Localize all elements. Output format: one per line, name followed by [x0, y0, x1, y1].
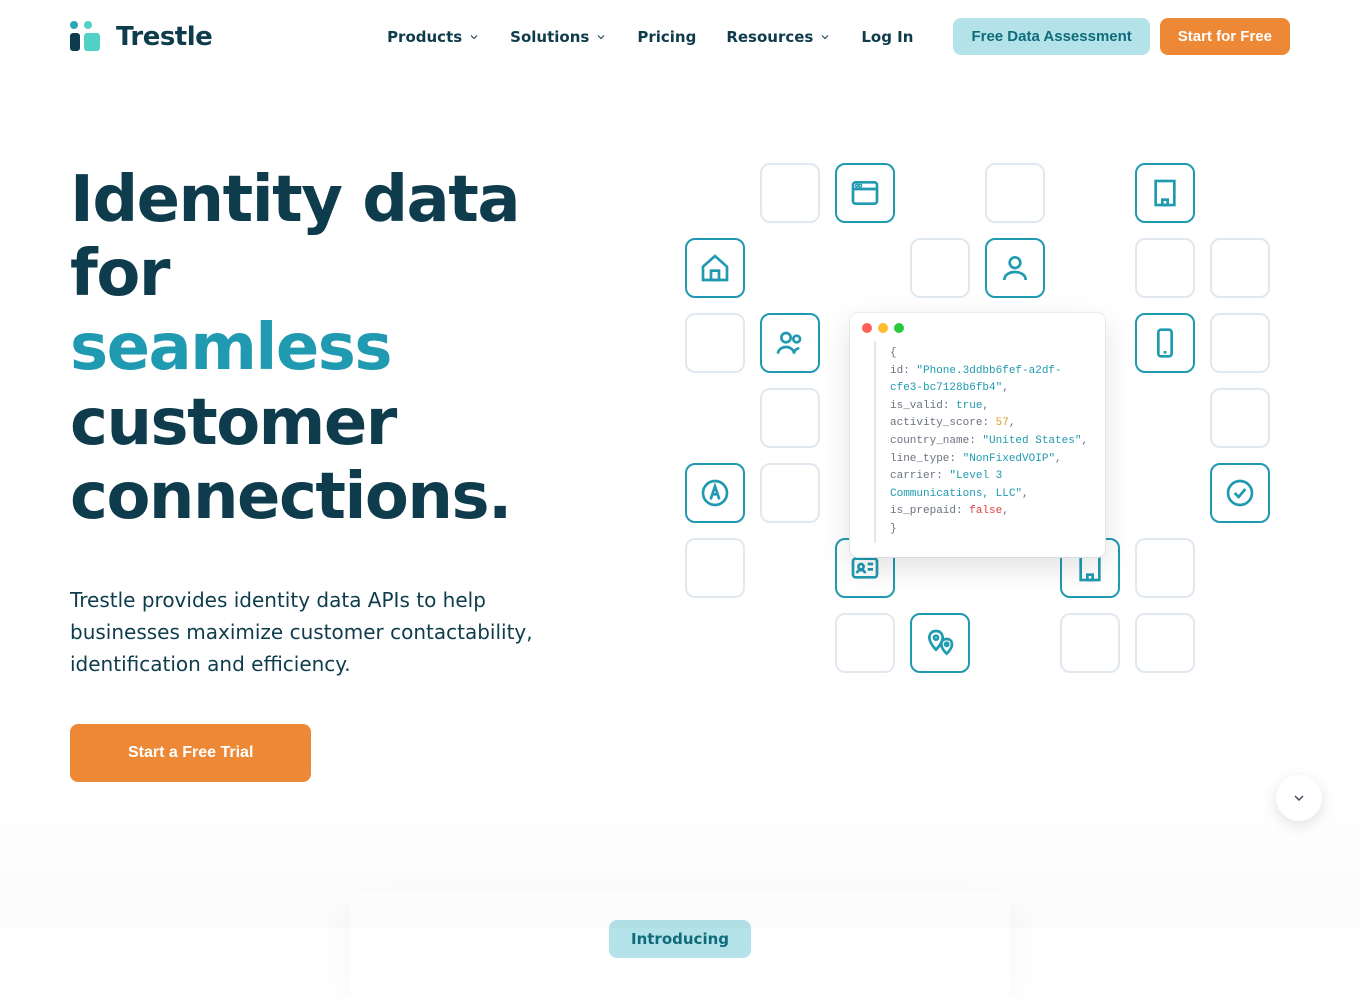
- nav-pricing[interactable]: Pricing: [637, 28, 696, 46]
- intro-section: Introducing: [0, 822, 1360, 998]
- window-max-dot: [894, 323, 904, 333]
- window-controls: [850, 323, 1105, 341]
- nav-cta-group: Free Data Assessment Start for Free: [953, 18, 1290, 55]
- chevron-down-icon: [1291, 790, 1307, 806]
- home-icon: [685, 238, 745, 298]
- window-close-dot: [862, 323, 872, 333]
- window-min-dot: [878, 323, 888, 333]
- browser-icon: [835, 163, 895, 223]
- hero-subhead: Trestle provides identity data APIs to h…: [70, 584, 540, 680]
- grid-blank-cell: [910, 238, 970, 298]
- nav-products[interactable]: Products: [387, 28, 480, 46]
- scroll-down-button[interactable]: [1276, 775, 1322, 821]
- check-circle-icon: [1210, 463, 1270, 523]
- brand-logo[interactable]: Trestle: [70, 21, 212, 53]
- map-pin-icon: [910, 613, 970, 673]
- grid-blank-cell: [685, 538, 745, 598]
- api-response-window: { id: "Phone.3ddbb6fef-a2df-cfe3-bc7128b…: [850, 313, 1105, 557]
- grid-blank-cell: [1060, 613, 1120, 673]
- start-for-free-button[interactable]: Start for Free: [1160, 18, 1290, 55]
- intro-card: Introducing: [350, 892, 1010, 998]
- nav-links: Products Solutions Pricing Resources Log…: [387, 28, 913, 46]
- code-sample: { id: "Phone.3ddbb6fef-a2df-cfe3-bc7128b…: [874, 341, 1105, 543]
- grid-blank-cell: [1135, 538, 1195, 598]
- grid-blank-cell: [1210, 313, 1270, 373]
- grid-blank-cell: [760, 463, 820, 523]
- building-icon: [1135, 163, 1195, 223]
- grid-blank-cell: [760, 388, 820, 448]
- page-title: Identity data for seamless customer conn…: [70, 163, 630, 534]
- hero-section: Identity data for seamless customer conn…: [0, 73, 1360, 822]
- chevron-down-icon: [595, 31, 607, 43]
- grid-blank-cell: [835, 613, 895, 673]
- grid-blank-cell: [760, 163, 820, 223]
- people-icon: [760, 313, 820, 373]
- logo-mark-icon: [70, 21, 106, 53]
- brand-name: Trestle: [116, 22, 212, 52]
- free-data-assessment-button[interactable]: Free Data Assessment: [953, 18, 1149, 55]
- badge-a-icon: [685, 463, 745, 523]
- hero-illustration: { id: "Phone.3ddbb6fef-a2df-cfe3-bc7128b…: [670, 163, 1290, 782]
- grid-blank-cell: [1210, 388, 1270, 448]
- grid-blank-cell: [1135, 238, 1195, 298]
- grid-blank-cell: [685, 313, 745, 373]
- top-nav: Trestle Products Solutions Pricing Resou…: [0, 0, 1360, 73]
- phone-icon: [1135, 313, 1195, 373]
- start-free-trial-button[interactable]: Start a Free Trial: [70, 724, 311, 782]
- title-highlight: seamless: [70, 311, 391, 385]
- person-icon: [985, 238, 1045, 298]
- introducing-pill: Introducing: [609, 920, 751, 958]
- grid-blank-cell: [1210, 238, 1270, 298]
- nav-login[interactable]: Log In: [861, 28, 913, 46]
- chevron-down-icon: [819, 31, 831, 43]
- nav-resources[interactable]: Resources: [726, 28, 831, 46]
- grid-blank-cell: [985, 163, 1045, 223]
- chevron-down-icon: [468, 31, 480, 43]
- nav-solutions[interactable]: Solutions: [510, 28, 607, 46]
- grid-blank-cell: [1135, 613, 1195, 673]
